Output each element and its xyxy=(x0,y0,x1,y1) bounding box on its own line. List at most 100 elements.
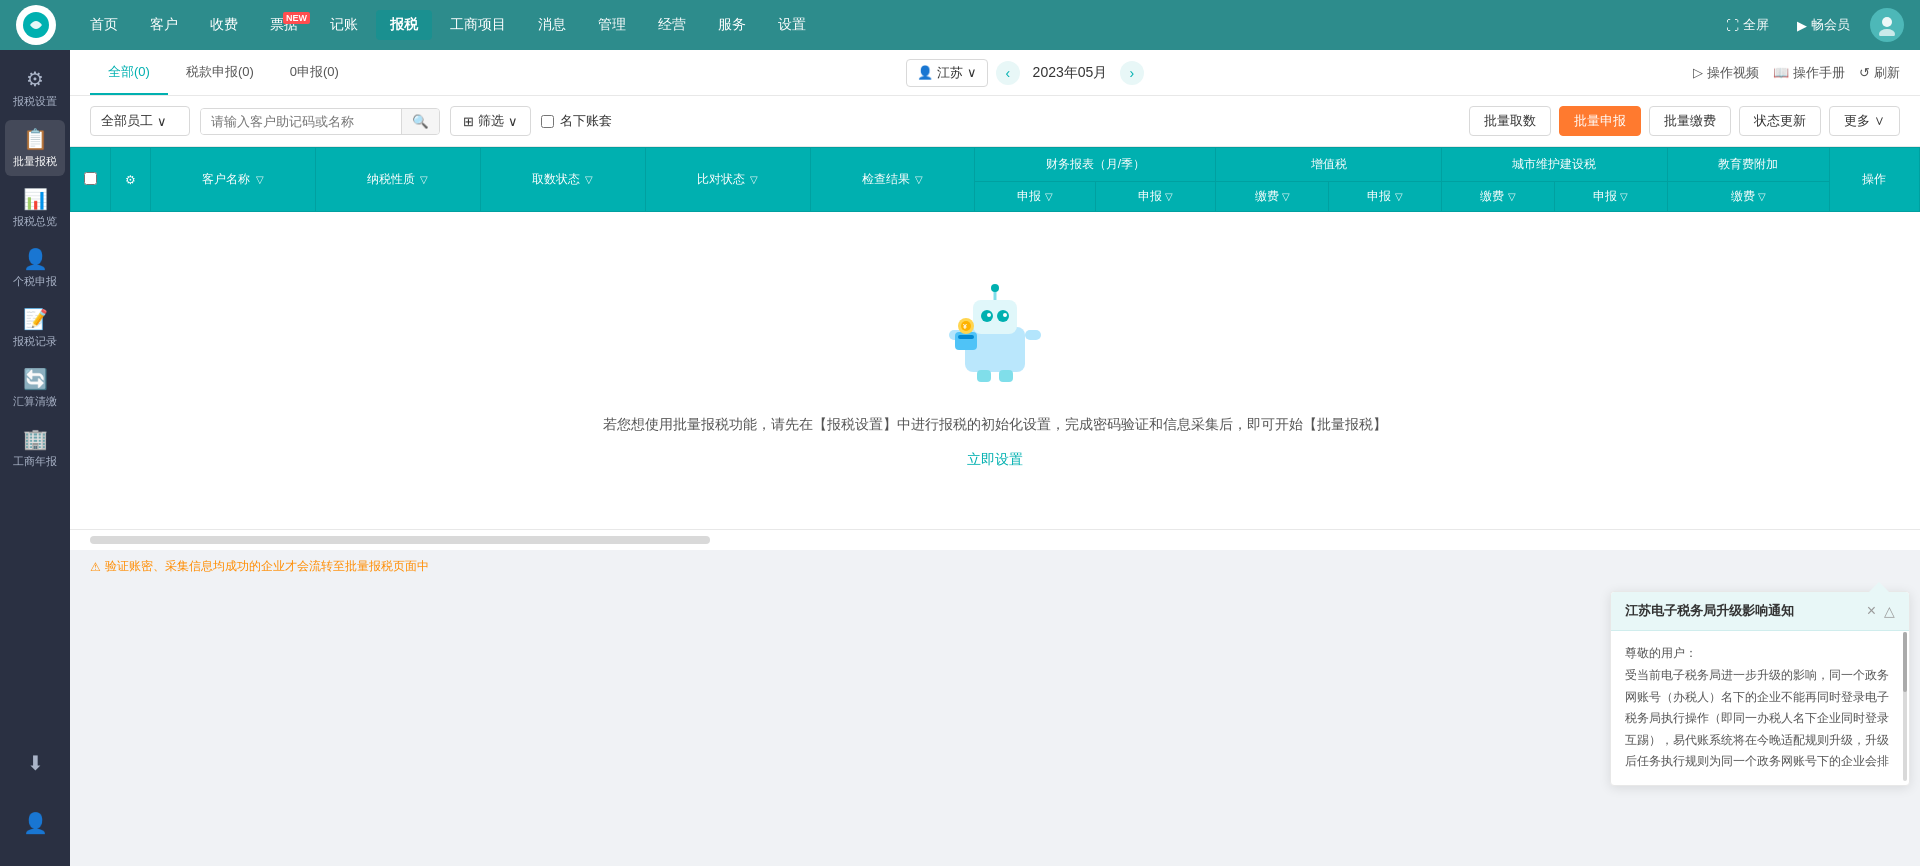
refresh-link[interactable]: ↺ 刷新 xyxy=(1859,64,1900,82)
th-vat-declare: 申报 ▽ xyxy=(1095,182,1215,212)
setup-link[interactable]: 立即设置 xyxy=(967,451,1023,469)
sidebar-item-tax-settings[interactable]: ⚙ 报税设置 xyxy=(5,60,65,116)
tab-tax-declaration[interactable]: 税款申报(0) xyxy=(168,51,272,95)
svg-point-7 xyxy=(987,313,991,317)
nav-message[interactable]: 消息 xyxy=(524,10,580,40)
sidebar-item-tax-overview[interactable]: 📊 报税总览 xyxy=(5,180,65,236)
filter-icon[interactable]: ▽ xyxy=(256,174,264,185)
employee-select-text: 全部员工 xyxy=(101,112,153,130)
sidebar-item-settlement[interactable]: 🔄 汇算清缴 xyxy=(5,360,65,416)
th-urban-construction: 城市维护建设税 xyxy=(1441,148,1667,182)
operation-video-link[interactable]: ▷ 操作视频 xyxy=(1693,64,1759,82)
employee-selector[interactable]: 全部员工 ∨ xyxy=(90,106,190,136)
sidebar-download[interactable]: ⬇ xyxy=(5,736,65,792)
nav-operation[interactable]: 经营 xyxy=(644,10,700,40)
search-button[interactable]: 🔍 xyxy=(401,109,439,134)
app-logo[interactable] xyxy=(16,5,56,45)
notification-scrollbar[interactable] xyxy=(1903,632,1907,781)
sidebar-user[interactable]: 👤 xyxy=(5,796,65,852)
filter-icon[interactable]: ▽ xyxy=(585,174,593,185)
personal-tax-icon: 👤 xyxy=(23,247,48,271)
account-set-checkbox-label[interactable]: 名下账套 xyxy=(541,112,612,130)
filter-icon[interactable]: ▽ xyxy=(1282,191,1290,202)
member-button[interactable]: ▶ 畅会员 xyxy=(1789,12,1858,38)
member-icon: ▶ xyxy=(1797,18,1807,33)
nav-business[interactable]: 工商项目 xyxy=(436,10,520,40)
svg-rect-13 xyxy=(955,332,977,350)
filter-icon[interactable]: ▽ xyxy=(1045,191,1053,202)
notification-popup: 江苏电子税务局升级影响通知 × △ 尊敬的用户： 受当前电子税务局进一步升级的影… xyxy=(1610,591,1910,786)
nav-home[interactable]: 首页 xyxy=(76,10,132,40)
search-input[interactable] xyxy=(201,109,401,134)
batch-fetch-button[interactable]: 批量取数 xyxy=(1469,106,1551,136)
sidebar-item-personal-tax[interactable]: 👤 个税申报 xyxy=(5,240,65,296)
province-selector[interactable]: 👤 江苏 ∨ xyxy=(906,59,988,87)
operation-manual-link[interactable]: 📖 操作手册 xyxy=(1773,64,1845,82)
svg-point-8 xyxy=(1003,313,1007,317)
chevron-down-icon: ∨ xyxy=(157,114,167,129)
filter-icon[interactable]: ▽ xyxy=(1620,191,1628,202)
fullscreen-button[interactable]: ⛶ 全屏 xyxy=(1718,12,1777,38)
notification-close-x[interactable]: × xyxy=(1867,602,1876,620)
download-icon: ⬇ xyxy=(27,751,44,775)
notification-scroll-up[interactable]: △ xyxy=(1884,603,1895,619)
nav-accounting[interactable]: 记账 xyxy=(316,10,372,40)
nav-menu: 首页 客户 收费 票据 NEW 记账 报税 工商项目 消息 管理 经营 服务 设… xyxy=(76,10,1718,40)
next-month-button[interactable]: › xyxy=(1120,61,1144,85)
filter-icon[interactable]: ▽ xyxy=(915,174,923,185)
status-update-button[interactable]: 状态更新 xyxy=(1739,106,1821,136)
notification-scrollbar-thumb[interactable] xyxy=(1903,632,1907,692)
chevron-down-icon: ∨ xyxy=(967,65,977,80)
batch-declare-button[interactable]: 批量申报 xyxy=(1559,106,1641,136)
nav-customer[interactable]: 客户 xyxy=(136,10,192,40)
tax-overview-icon: 📊 xyxy=(23,187,48,211)
th-financial-report-declare: 申报 ▽ xyxy=(975,182,1095,212)
warning-icon: ⚠ xyxy=(90,560,101,574)
sidebar-item-tax-record[interactable]: 📝 报税记录 xyxy=(5,300,65,356)
sidebar-label-batch-tax: 批量报税 xyxy=(13,154,57,168)
filter-icon[interactable]: ▽ xyxy=(1165,191,1173,202)
filter-icon[interactable]: ▽ xyxy=(1395,191,1403,202)
svg-rect-19 xyxy=(999,370,1013,382)
fullscreen-icon: ⛶ xyxy=(1726,18,1739,33)
tax-record-icon: 📝 xyxy=(23,307,48,331)
nav-service[interactable]: 服务 xyxy=(704,10,760,40)
nav-invoice[interactable]: 票据 NEW xyxy=(256,10,312,40)
annual-report-icon: 🏢 xyxy=(23,427,48,451)
filter-icon[interactable]: ▽ xyxy=(1508,191,1516,202)
sidebar-bottom: ⬇ 👤 xyxy=(5,736,65,866)
filter-icon[interactable]: ▽ xyxy=(420,174,428,185)
sidebar-item-batch-tax[interactable]: 📋 批量报税 xyxy=(5,120,65,176)
nav-manage[interactable]: 管理 xyxy=(584,10,640,40)
th-fetch-status: 取数状态 ▽ xyxy=(480,148,645,212)
user-icon: 👤 xyxy=(23,811,48,835)
tab-all[interactable]: 全部(0) xyxy=(90,51,168,95)
book-icon: 📖 xyxy=(1773,65,1789,80)
batch-pay-button[interactable]: 批量缴费 xyxy=(1649,106,1731,136)
select-all-checkbox[interactable] xyxy=(84,172,97,185)
more-button[interactable]: 更多 ∨ xyxy=(1829,106,1900,136)
popup-decoration xyxy=(1869,582,1889,592)
prev-month-button[interactable]: ‹ xyxy=(996,61,1020,85)
video-icon: ▷ xyxy=(1693,65,1703,80)
filter-label: 筛选 xyxy=(478,112,504,130)
scroll-area xyxy=(70,529,1920,550)
filter-button[interactable]: ⊞ 筛选 ∨ xyxy=(450,106,531,136)
account-set-checkbox[interactable] xyxy=(541,115,554,128)
sidebar-item-annual-report[interactable]: 🏢 工商年报 xyxy=(5,420,65,476)
settings-icon[interactable]: ⚙ xyxy=(125,173,136,187)
filter-icon[interactable]: ▽ xyxy=(1758,191,1766,202)
svg-point-6 xyxy=(997,310,1009,322)
nav-tax[interactable]: 报税 xyxy=(376,10,432,40)
toolbar: 全部员工 ∨ 🔍 ⊞ 筛选 ∨ 名下账套 批量取数 批量申报 批量缴费 状态更新 xyxy=(70,96,1920,147)
customer-name-label: 客户名称 xyxy=(202,172,250,186)
user-avatar[interactable] xyxy=(1870,8,1904,42)
toolbar-right: 批量取数 批量申报 批量缴费 状态更新 更多 ∨ xyxy=(1469,106,1900,136)
horizontal-scrollbar[interactable] xyxy=(90,536,710,544)
refresh-icon: ↺ xyxy=(1859,65,1870,80)
tab-zero-declaration[interactable]: 0申报(0) xyxy=(272,51,357,95)
nav-settings[interactable]: 设置 xyxy=(764,10,820,40)
filter-icon[interactable]: ▽ xyxy=(750,174,758,185)
nav-fee[interactable]: 收费 xyxy=(196,10,252,40)
notification-text: 尊敬的用户： 受当前电子税务局进一步升级的影响，同一个政务网账号（办税人）名下的… xyxy=(1625,643,1895,773)
